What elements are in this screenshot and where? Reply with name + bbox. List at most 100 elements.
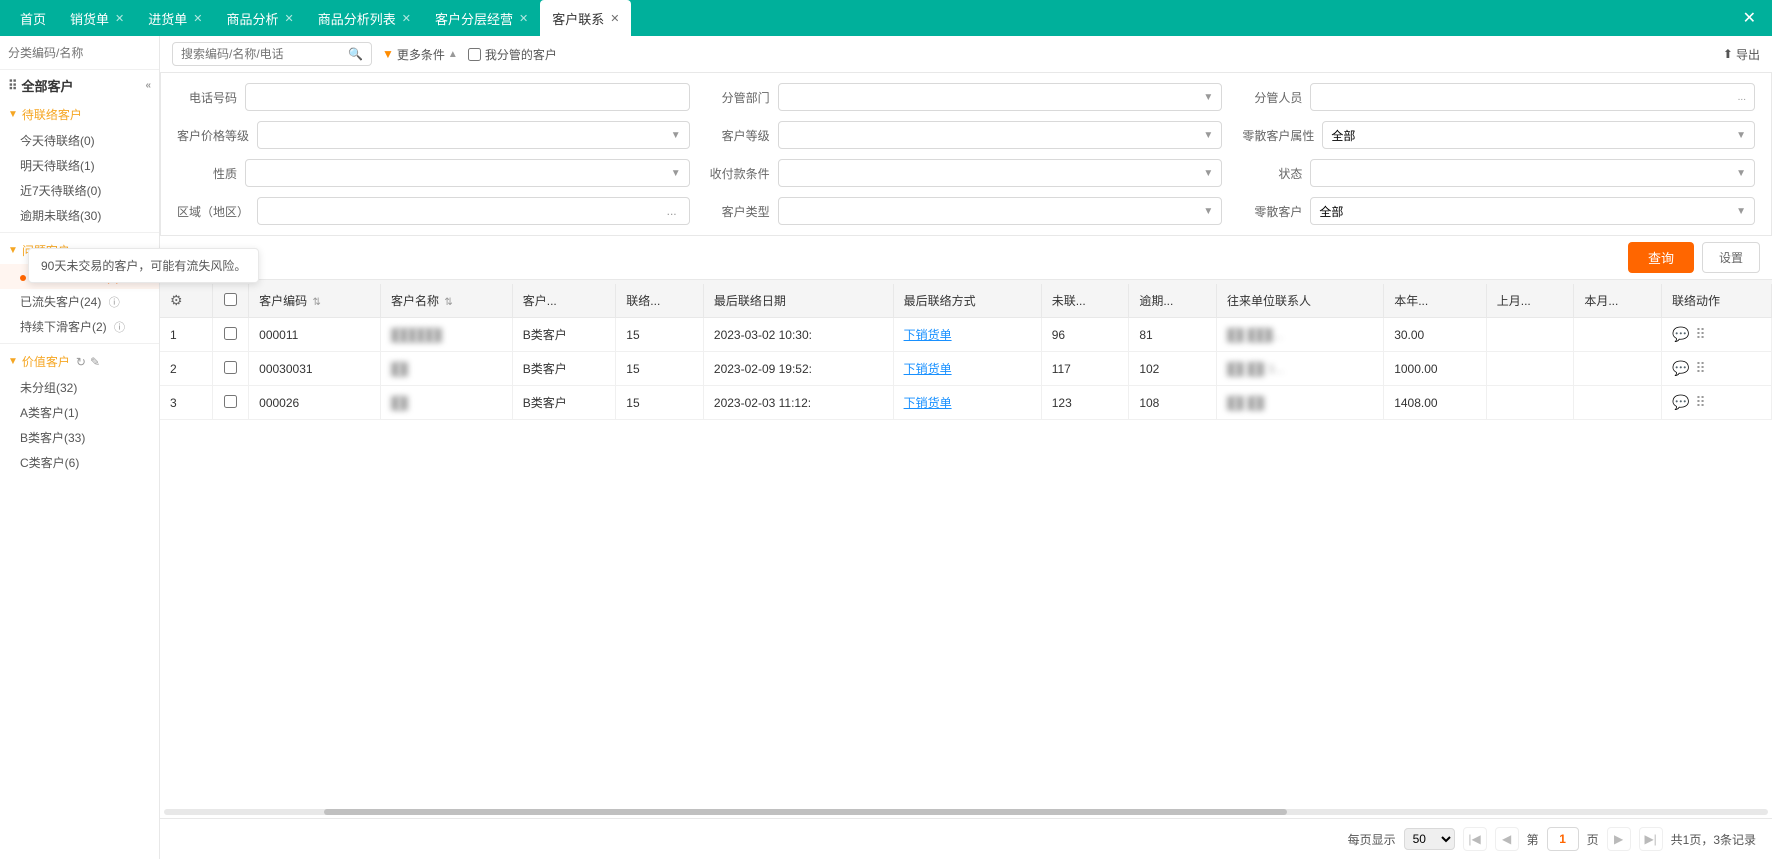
close-tab-1[interactable]: ✕ [115,12,124,25]
caret-icon: ▲ [448,49,458,60]
close-tab-4[interactable]: ✕ [402,12,411,25]
sidebar-item-overdue[interactable]: 逾期未联络(30) [0,203,159,228]
sidebar-group-pending[interactable]: ▼ 待联络客户 [0,101,159,128]
dept-label: 分管部门 [710,89,770,106]
sidebar-item-class-b[interactable]: B类客户(33) [0,425,159,450]
price-tier-select[interactable]: ▼ [257,121,690,149]
sidebar-item-ungrouped[interactable]: 未分组(32) [0,375,159,400]
sidebar-item-declining[interactable]: 持续下滑客户(2) ⓘ [0,314,159,339]
tab-customer-tiering[interactable]: 客户分层经营 ✕ [423,0,540,36]
col-name[interactable]: 客户名称 ⇅ [380,284,512,318]
nature-select[interactable]: ▼ [245,159,690,187]
prev-page-btn[interactable]: ◀ [1495,827,1519,851]
sidebar-item-class-c[interactable]: C类客户(6) [0,450,159,475]
sidebar-search-input[interactable] [8,46,160,60]
filter-row-nature: 性质 ▼ [177,159,690,187]
select-all-checkbox[interactable] [224,293,237,306]
tab-purchase-order[interactable]: 进货单 ✕ [136,0,214,36]
tab-home[interactable]: 首页 [8,0,58,36]
filter-row-price-tier: 客户价格等级 ▼ [177,121,690,149]
row-code-1: 00030031 [249,352,381,386]
phone-input[interactable] [245,83,690,111]
table-header-row: ⚙ 客户编码 ⇅ 客户名称 ⇅ 客户... 联络... 最后联络日期 [160,284,1772,318]
filter-search-input[interactable] [181,47,348,61]
filter-search-icon[interactable]: 🔍 [348,47,363,61]
gear-icon[interactable]: ⚙ [170,292,183,308]
sidebar-item-week[interactable]: 近7天待联络(0) [0,178,159,203]
close-tab-2[interactable]: ✕ [193,12,202,25]
next-page-btn[interactable]: ▶ [1607,827,1631,851]
tab-sales-order[interactable]: 销货单 ✕ [58,0,136,36]
action-chat-2[interactable]: 💬 [1672,394,1689,411]
row-select-1[interactable] [224,361,237,374]
settings-button[interactable]: 设置 [1702,242,1760,273]
last-method-link-0[interactable]: 下销货单 [904,328,952,342]
filter-row-dept: 分管部门 ▼ [710,83,1223,111]
sidebar-item-class-a[interactable]: A类客户(1) [0,400,159,425]
row-uncontacted-0: 96 [1041,318,1129,352]
region-select[interactable]: ... [257,197,690,225]
manager-select[interactable]: ... [1310,83,1755,111]
region-dots[interactable]: ... [663,204,681,218]
customer-type-select[interactable]: ▼ [778,197,1223,225]
last-method-link-2[interactable]: 下销货单 [904,396,952,410]
filter-row-phone: 电话号码 [177,83,690,111]
action-chat-1[interactable]: 💬 [1672,360,1689,377]
edit-icon[interactable]: ✎ [90,355,100,369]
action-more-0[interactable]: ⠿ [1695,326,1705,343]
last-page-btn[interactable]: ▶| [1639,827,1663,851]
row-select-2[interactable] [224,395,237,408]
action-chat-0[interactable]: 💬 [1672,326,1689,343]
action-more-1[interactable]: ⠿ [1695,360,1705,377]
row-this-month-2 [1574,386,1662,420]
filter-more-btn[interactable]: ▼ 更多条件 ▲ [382,46,458,63]
manager-caret: ... [1738,92,1746,103]
sidebar-group-value[interactable]: ▼ 价值客户 ↻ ✎ [0,348,159,375]
tab-product-analysis[interactable]: 商品分析 ✕ [214,0,305,36]
customer-tier-select[interactable]: ▼ [778,121,1223,149]
row-action-1: 💬 ⠿ [1661,352,1771,386]
collapse-icon: « [145,80,151,91]
close-tab-6[interactable]: ✕ [610,12,619,25]
col-unit-contact: 往来单位联系人 [1216,284,1383,318]
sidebar-item-tomorrow[interactable]: 明天待联络(1) [0,153,159,178]
per-page-select[interactable]: 50 100 200 [1404,828,1455,850]
close-tab-5[interactable]: ✕ [519,12,528,25]
status-select[interactable]: ▼ [1310,159,1755,187]
sidebar-item-churned[interactable]: 已流失客户(24) ⓘ [0,289,159,314]
sidebar-all-customers[interactable]: ⠿ 全部客户 « [0,70,159,101]
table-row: 1 000011 ██████ B类客户 15 2023-03-02 10:30… [160,318,1772,352]
row-this-year-1: 1000.00 [1384,352,1487,386]
tab-customer-contact[interactable]: 客户联系 ✕ [540,0,631,36]
row-select-0[interactable] [224,327,237,340]
close-tab-3[interactable]: ✕ [285,12,294,25]
payment-select[interactable]: ▼ [778,159,1223,187]
export-btn[interactable]: ⬆ 导出 [1723,46,1760,63]
zero-customer-select[interactable]: 全部 ▼ [1310,197,1755,225]
col-code[interactable]: 客户编码 ⇅ [249,284,381,318]
horizontal-scrollbar[interactable] [160,806,1772,818]
last-method-link-1[interactable]: 下销货单 [904,362,952,376]
row-index-1: 2 [160,352,213,386]
dept-select[interactable]: ▼ [778,83,1223,111]
my-customers-checkbox[interactable] [468,48,481,61]
page-input[interactable] [1547,827,1579,851]
action-more-2[interactable]: ⠿ [1695,394,1705,411]
zero-attr-caret: ▼ [1736,130,1746,141]
row-index-0: 1 [160,318,213,352]
pagination-bar: 每页显示 50 100 200 |◀ ◀ 第 页 ▶ ▶| 共1页，3条记录 [160,818,1772,859]
first-page-btn[interactable]: |◀ [1463,827,1487,851]
col-action: 联络动作 [1661,284,1771,318]
col-last-date: 最后联络日期 [703,284,893,318]
row-overdue-2: 108 [1129,386,1217,420]
sidebar-item-today[interactable]: 今天待联络(0) [0,128,159,153]
scroll-thumb[interactable] [324,809,1286,815]
refresh-icon[interactable]: ↻ [76,355,86,369]
query-button[interactable]: 查询 [1628,242,1694,273]
filter-my-customers[interactable]: 我分管的客户 [468,46,557,63]
zero-attr-select[interactable]: 全部 ▼ [1322,121,1755,149]
tab-product-analysis-list[interactable]: 商品分析列表 ✕ [306,0,423,36]
close-all-tabs[interactable]: ✕ [1735,4,1764,32]
page-suffix: 页 [1587,831,1599,848]
customer-table: ⚙ 客户编码 ⇅ 客户名称 ⇅ 客户... 联络... 最后联络日期 [160,284,1772,420]
